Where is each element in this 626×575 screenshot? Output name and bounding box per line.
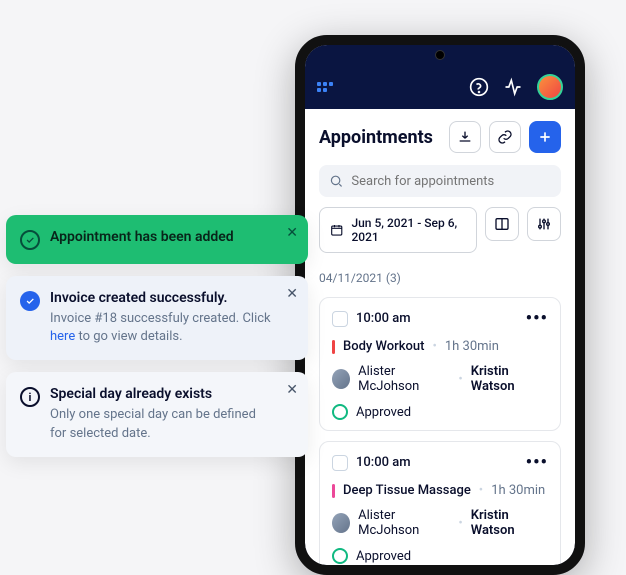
toast-appointment-added: ✕ Appointment has been added bbox=[6, 215, 308, 264]
help-icon[interactable] bbox=[469, 77, 489, 97]
layout-button[interactable] bbox=[485, 207, 519, 241]
appointment-card[interactable]: 10:00 am ••• Body Workout • 1h 30min Ali… bbox=[319, 297, 561, 431]
customer-name: Kristin Watson bbox=[471, 508, 548, 538]
appointment-status: Approved bbox=[356, 405, 411, 420]
toast-body: Only one special day can be defined for … bbox=[50, 406, 272, 442]
customer-name: Kristin Watson bbox=[471, 364, 548, 394]
appointment-status: Approved bbox=[356, 549, 411, 564]
close-icon[interactable]: ✕ bbox=[286, 286, 298, 302]
staff-name: Alister McJohson bbox=[358, 364, 450, 394]
status-bar bbox=[305, 45, 575, 65]
phone-screen: Appointments Jun 5, 2021 - Sep 6, 2021 bbox=[305, 45, 575, 565]
page-title: Appointments bbox=[319, 127, 433, 148]
top-nav bbox=[305, 65, 575, 109]
appointment-checkbox[interactable] bbox=[332, 311, 348, 327]
link-button[interactable] bbox=[489, 121, 521, 153]
service-name: Body Workout bbox=[343, 339, 424, 354]
search-input[interactable] bbox=[351, 174, 551, 189]
phone-frame: Appointments Jun 5, 2021 - Sep 6, 2021 bbox=[295, 35, 585, 575]
page-header: Appointments bbox=[305, 109, 575, 165]
download-button[interactable] bbox=[449, 121, 481, 153]
check-circle-icon bbox=[20, 230, 40, 250]
approved-ring-icon bbox=[332, 548, 348, 564]
more-button[interactable]: ••• bbox=[526, 452, 548, 473]
appointment-duration: 1h 30min bbox=[445, 339, 499, 354]
plus-icon bbox=[537, 129, 553, 145]
toast-link[interactable]: here bbox=[50, 329, 75, 344]
toast-stack: ✕ Appointment has been added ✕ Invoice c… bbox=[6, 215, 308, 457]
separator-dot: • bbox=[458, 372, 462, 387]
more-button[interactable]: ••• bbox=[526, 308, 548, 329]
service-name: Deep Tissue Massage bbox=[343, 483, 471, 498]
front-camera bbox=[435, 50, 445, 60]
filter-button[interactable] bbox=[527, 207, 561, 241]
activity-icon[interactable] bbox=[503, 77, 523, 97]
add-button[interactable] bbox=[529, 121, 561, 153]
appointment-time: 10:00 am bbox=[356, 311, 411, 326]
appointment-card[interactable]: 10:00 am ••• Deep Tissue Massage • 1h 30… bbox=[319, 441, 561, 565]
separator-dot: • bbox=[458, 516, 462, 531]
toast-title: Appointment has been added bbox=[50, 229, 234, 245]
search-input-wrapper[interactable] bbox=[319, 165, 561, 197]
app-logo-icon[interactable] bbox=[317, 82, 335, 92]
toast-special-day-exists: ✕ i Special day already exists Only one … bbox=[6, 372, 308, 456]
approved-ring-icon bbox=[332, 404, 348, 420]
close-icon[interactable]: ✕ bbox=[286, 382, 298, 398]
columns-icon bbox=[494, 216, 510, 232]
user-avatar[interactable] bbox=[537, 74, 563, 100]
info-icon: i bbox=[20, 387, 40, 407]
filter-row: Jun 5, 2021 - Sep 6, 2021 bbox=[319, 207, 561, 253]
toast-title: Invoice created successfuly. bbox=[50, 290, 272, 306]
download-icon bbox=[457, 129, 473, 145]
date-range-value: Jun 5, 2021 - Sep 6, 2021 bbox=[351, 216, 466, 244]
date-group-header: 04/11/2021 (3) bbox=[305, 265, 575, 291]
sliders-icon bbox=[536, 216, 552, 232]
service-color-bar bbox=[332, 484, 335, 498]
service-color-bar bbox=[332, 340, 335, 354]
toast-body: Invoice #18 successfuly created. Click h… bbox=[50, 310, 272, 346]
toast-title: Special day already exists bbox=[50, 386, 272, 402]
separator-dot: • bbox=[432, 339, 436, 354]
staff-avatar bbox=[332, 513, 350, 533]
separator-dot: • bbox=[479, 483, 483, 498]
staff-avatar bbox=[332, 369, 350, 389]
appointment-checkbox[interactable] bbox=[332, 455, 348, 471]
appointment-duration: 1h 30min bbox=[491, 483, 545, 498]
staff-name: Alister McJohson bbox=[358, 508, 450, 538]
toast-invoice-created: ✕ Invoice created successfuly. Invoice #… bbox=[6, 276, 308, 360]
close-icon[interactable]: ✕ bbox=[286, 225, 298, 241]
check-circle-icon bbox=[20, 291, 40, 311]
link-icon bbox=[497, 129, 513, 145]
calendar-icon bbox=[330, 222, 343, 238]
appointment-time: 10:00 am bbox=[356, 455, 411, 470]
search-icon bbox=[329, 173, 343, 189]
date-range-picker[interactable]: Jun 5, 2021 - Sep 6, 2021 bbox=[319, 207, 477, 253]
